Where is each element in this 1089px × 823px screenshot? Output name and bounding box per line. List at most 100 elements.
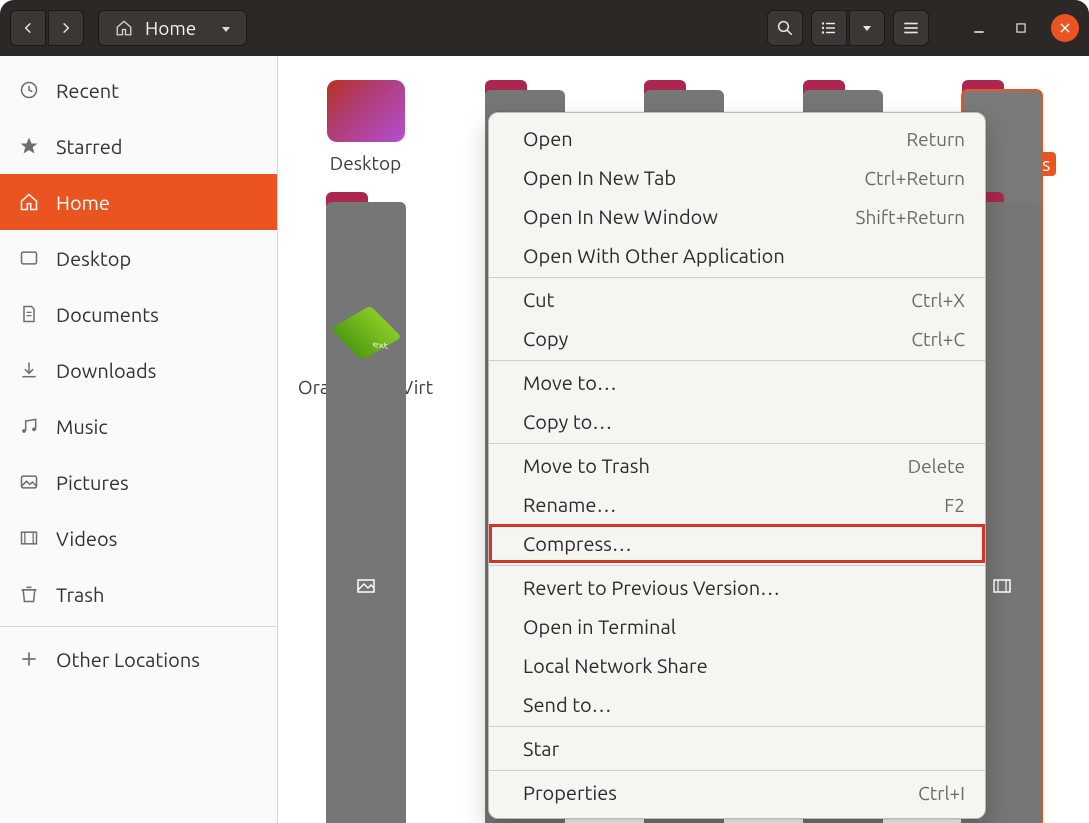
context-menu: OpenReturnOpen In New TabCtrl+ReturnOpen… (488, 112, 986, 819)
menu-item-rename[interactable]: Rename… F2 (489, 485, 985, 524)
menu-item-compress[interactable]: Compress… (489, 524, 985, 563)
window-controls (937, 14, 1079, 42)
desktop-folder-icon (327, 80, 405, 142)
sidebar-item-label: Documents (56, 303, 159, 326)
menu-item-label: Move to Trash (523, 454, 650, 477)
menu-item-label: Copy (523, 327, 568, 350)
sidebar-item-label: Starred (56, 135, 122, 158)
sidebar-item-other-locations[interactable]: Other Locations (0, 631, 277, 687)
breadcrumb-label: Home (145, 17, 196, 39)
menu-item-properties[interactable]: Properties Ctrl+I (489, 773, 985, 812)
menu-item-label: Properties (523, 781, 617, 804)
menu-item-open-in-terminal[interactable]: Open in Terminal (489, 607, 985, 646)
search-button[interactable] (767, 10, 803, 46)
menu-item-open[interactable]: Open Return (489, 119, 985, 158)
grid-item-pictures[interactable]: Pictures (288, 186, 443, 292)
menu-item-accelerator: F2 (944, 494, 965, 516)
plus-icon (18, 648, 40, 670)
sidebar-item-label: Pictures (56, 471, 129, 494)
menu-item-copy[interactable]: Copy Ctrl+C (489, 319, 985, 358)
breadcrumb[interactable]: Home (98, 10, 247, 46)
menu-item-accelerator: Ctrl+Return (864, 167, 965, 189)
menu-item-label: Star (523, 737, 559, 760)
item-label: Desktop (330, 152, 401, 174)
sidebar-item-label: Home (56, 191, 110, 214)
sidebar-item-label: Downloads (56, 359, 156, 382)
titlebar: Home (0, 0, 1089, 56)
minimize-button[interactable] (967, 16, 991, 40)
menu-item-label: Send to… (523, 693, 612, 716)
picture-icon (18, 471, 40, 493)
menu-item-label: Cut (523, 288, 554, 311)
sidebar-item-label: Music (56, 415, 108, 438)
forward-button[interactable] (48, 10, 84, 46)
menu-item-label: Revert to Previous Version… (523, 576, 780, 599)
sidebar: Recent Starred Home Desktop Documents (0, 56, 278, 823)
sidebar-item-videos[interactable]: Videos (0, 510, 277, 566)
desktop-icon (18, 247, 40, 269)
close-button[interactable] (1051, 14, 1079, 42)
sidebar-item-label: Other Locations (56, 648, 200, 671)
menu-item-open-with-other-application[interactable]: Open With Other Application (489, 236, 985, 275)
menu-item-label: Compress… (523, 532, 632, 555)
view-list-button[interactable] (811, 10, 847, 46)
sidebar-item-home[interactable]: Home (0, 174, 277, 230)
menu-item-move-to[interactable]: Move to… (489, 363, 985, 402)
menu-item-label: Open With Other Application (523, 244, 785, 267)
star-icon (18, 135, 40, 157)
music-icon (18, 415, 40, 437)
menu-separator (489, 726, 985, 727)
nav-buttons (10, 10, 86, 46)
menu-item-move-to-trash[interactable]: Move to TrashDelete (489, 446, 985, 485)
trash-icon (18, 583, 40, 605)
sidebar-separator (0, 626, 277, 627)
menu-item-label: Open In New Tab (523, 166, 676, 189)
folder-icon (326, 192, 406, 254)
menu-item-accelerator: Shift+Return (856, 206, 966, 228)
maximize-button[interactable] (1009, 16, 1033, 40)
menu-item-star[interactable]: Star (489, 729, 985, 768)
menu-item-cut[interactable]: CutCtrl+X (489, 280, 985, 319)
menu-separator (489, 443, 985, 444)
sidebar-item-label: Videos (56, 527, 117, 550)
menu-item-label: Open in Terminal (523, 615, 676, 638)
sidebar-item-pictures[interactable]: Pictures (0, 454, 277, 510)
menu-item-label: Copy to… (523, 410, 612, 433)
menu-item-label: Open In New Window (523, 205, 718, 228)
menu-item-label: Move to… (523, 371, 617, 394)
back-button[interactable] (10, 10, 46, 46)
grid-item-desktop[interactable]: Desktop (288, 74, 443, 182)
sidebar-item-recent[interactable]: Recent (0, 62, 277, 118)
menu-item-accelerator: Return (906, 128, 965, 150)
sidebar-item-documents[interactable]: Documents (0, 286, 277, 342)
menu-item-label: Local Network Share (523, 654, 708, 677)
menu-item-label: Rename… (523, 493, 616, 516)
sidebar-item-label: Desktop (56, 247, 131, 270)
sidebar-item-starred[interactable]: Starred (0, 118, 277, 174)
home-icon (113, 17, 135, 39)
sidebar-item-music[interactable]: Music (0, 398, 277, 454)
hamburger-menu-button[interactable] (893, 10, 929, 46)
menu-item-open-in-new-window[interactable]: Open In New Window Shift+Return (489, 197, 985, 236)
menu-separator (489, 565, 985, 566)
view-switcher (811, 10, 887, 46)
menu-item-accelerator: Ctrl+C (911, 328, 965, 350)
sidebar-item-downloads[interactable]: Downloads (0, 342, 277, 398)
view-options-button[interactable] (849, 10, 885, 46)
film-icon (18, 527, 40, 549)
clock-icon (18, 79, 40, 101)
menu-item-open-in-new-tab[interactable]: Open In New Tab Ctrl+Return (489, 158, 985, 197)
menu-item-local-network-share[interactable]: Local Network Share (489, 646, 985, 685)
content-area[interactable]: Desktop D Docu (278, 56, 1089, 823)
menu-item-copy-to[interactable]: Copy to… (489, 402, 985, 441)
menu-separator (489, 360, 985, 361)
sidebar-item-desktop[interactable]: Desktop (0, 230, 277, 286)
menu-item-send-to[interactable]: Send to… (489, 685, 985, 724)
document-icon (18, 303, 40, 325)
menu-item-revert-to-previous-version[interactable]: Revert to Previous Version… (489, 568, 985, 607)
menu-item-accelerator: Ctrl+I (918, 782, 965, 804)
sidebar-item-trash[interactable]: Trash (0, 566, 277, 622)
sidebar-item-label: Trash (56, 583, 104, 606)
breadcrumb-dropdown-icon[interactable] (220, 17, 232, 39)
menu-item-label: Open (523, 127, 573, 150)
